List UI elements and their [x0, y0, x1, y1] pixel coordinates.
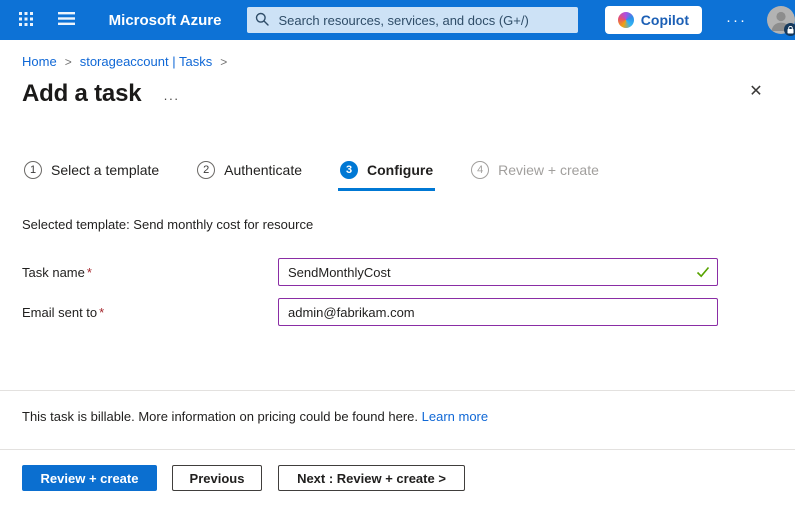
- page-header: Add a task ···: [0, 69, 795, 109]
- page-more-button[interactable]: ···: [163, 91, 179, 106]
- step-1-badge: 1: [24, 161, 42, 179]
- search-icon: [255, 12, 270, 29]
- page-title: Add a task: [22, 80, 142, 107]
- email-sent-to-input[interactable]: [278, 298, 718, 326]
- required-asterisk: *: [99, 304, 105, 320]
- copilot-label: Copilot: [640, 12, 689, 28]
- content-divider: [0, 390, 795, 391]
- billing-note: This task is billable. More information …: [22, 409, 773, 424]
- task-name-label: Task name *: [22, 265, 278, 280]
- task-name-input-wrap: [278, 258, 718, 286]
- product-logo-text[interactable]: Microsoft Azure: [109, 12, 222, 29]
- copilot-icon: [617, 12, 634, 28]
- copilot-button[interactable]: Copilot: [604, 6, 702, 34]
- step-1-label: Select a template: [51, 162, 160, 178]
- task-name-row: Task name *: [22, 258, 773, 286]
- wizard-step-tabs: 1 Select a template 2 Authenticate 3 Con…: [22, 161, 773, 191]
- email-input-wrap: [278, 298, 718, 326]
- step-2-badge: 2: [197, 161, 216, 179]
- azure-top-bar: Microsoft Azure Copilot ···: [0, 0, 795, 40]
- step-3-label: Configure: [367, 162, 434, 178]
- review-create-button[interactable]: Review + create: [22, 465, 157, 491]
- task-name-label-text: Task name: [22, 264, 85, 280]
- apps-grid-icon: [19, 11, 34, 29]
- step-2-label: Authenticate: [224, 162, 303, 178]
- valid-check-icon: [696, 265, 710, 279]
- email-sent-to-row: Email sent to *: [22, 298, 773, 326]
- global-search-box[interactable]: [247, 7, 578, 33]
- previous-button[interactable]: Previous: [172, 465, 262, 491]
- selected-template-text: Selected template: Send monthly cost for…: [22, 217, 314, 232]
- menu-button[interactable]: [50, 0, 82, 40]
- breadcrumb: Home > storageaccount | Tasks >: [0, 40, 795, 69]
- tab-review-create[interactable]: 4 Review + create: [469, 161, 601, 191]
- billing-note-text: This task is billable. More information …: [22, 409, 418, 424]
- step-4-label: Review + create: [498, 162, 599, 178]
- required-asterisk: *: [86, 264, 92, 280]
- tab-configure[interactable]: 3 Configure: [338, 161, 436, 191]
- tab-select-a-template[interactable]: 1 Select a template: [22, 161, 161, 191]
- close-icon[interactable]: ✕: [745, 80, 767, 102]
- email-sent-to-label: Email sent to *: [22, 305, 278, 320]
- hamburger-icon: [57, 12, 75, 28]
- account-avatar[interactable]: [767, 6, 795, 36]
- chevron-right-icon: >: [64, 54, 72, 69]
- footer-actions: Review + create Previous Next : Review +…: [0, 450, 795, 491]
- task-name-input[interactable]: [278, 258, 718, 286]
- learn-more-link[interactable]: Learn more: [422, 409, 488, 424]
- lock-icon: [784, 23, 795, 36]
- breadcrumb-storageaccount-tasks-link[interactable]: storageaccount | Tasks: [80, 54, 213, 69]
- email-sent-to-label-text: Email sent to: [22, 304, 98, 320]
- search-input[interactable]: [276, 11, 570, 29]
- step-4-badge: 4: [471, 161, 490, 179]
- step-3-badge: 3: [340, 161, 359, 179]
- next-review-create-button[interactable]: Next : Review + create >: [278, 465, 465, 491]
- tab-authenticate[interactable]: 2 Authenticate: [195, 161, 304, 191]
- chevron-right-icon: >: [220, 54, 228, 69]
- topbar-more-button[interactable]: ···: [722, 8, 751, 33]
- breadcrumb-home-link[interactable]: Home: [22, 54, 57, 69]
- apps-grid-button[interactable]: [10, 0, 42, 40]
- configure-form: Task name* Email sent to*: [22, 258, 773, 326]
